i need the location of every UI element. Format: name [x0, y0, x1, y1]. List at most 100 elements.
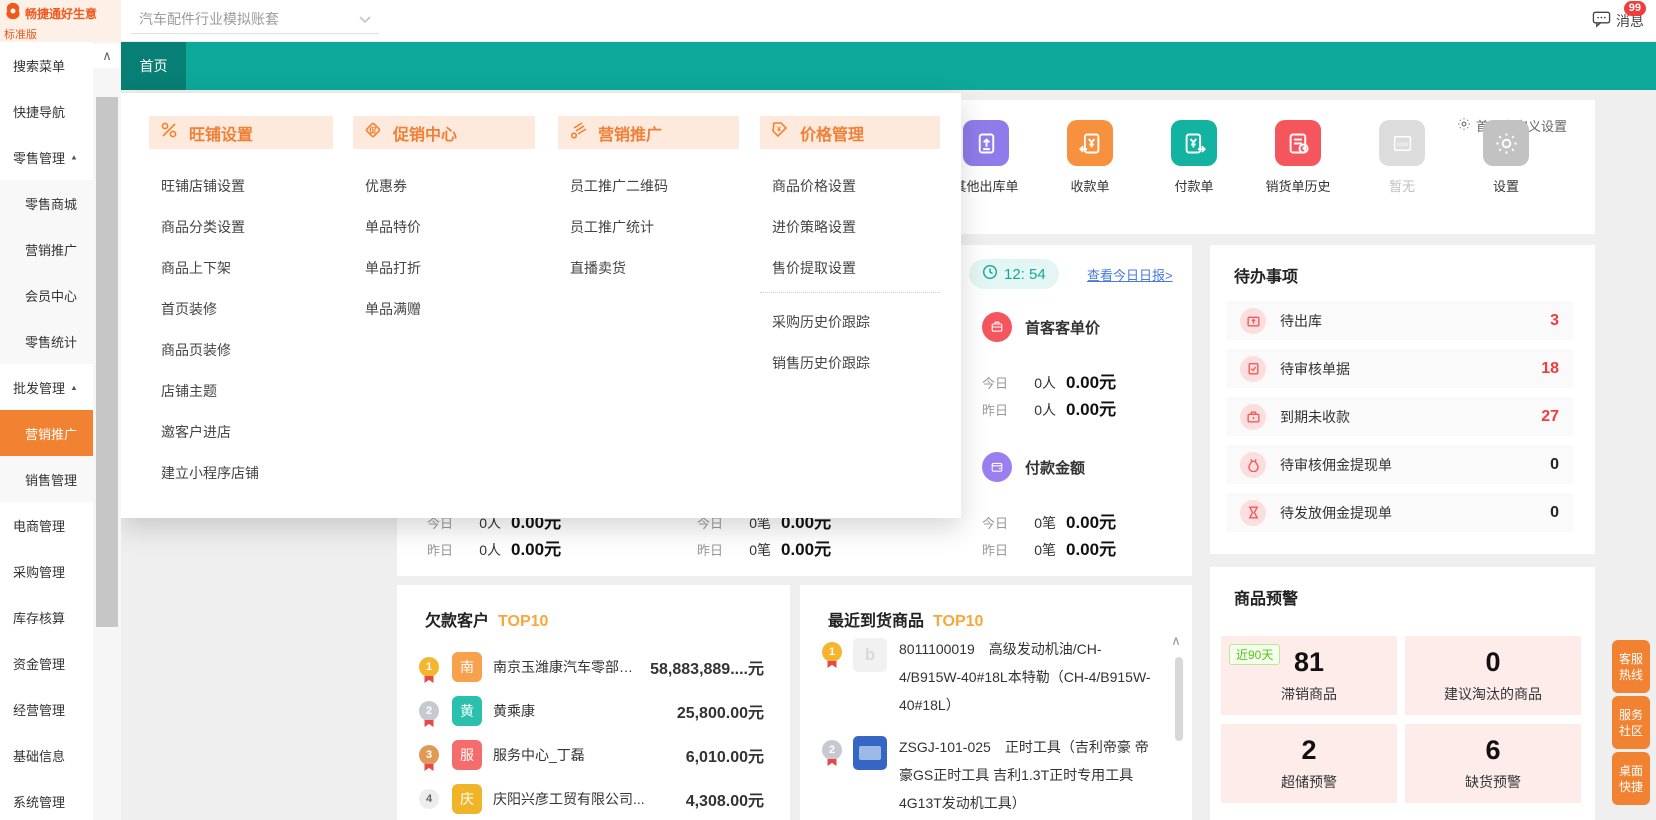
stat-period-label: 昨日 [982, 543, 1009, 558]
mega-menu-item[interactable]: 首页装修 [149, 288, 333, 329]
debt-customer-row[interactable]: 4 庆庆阳兴彦工贸有限公司... 4,308.00元 [419, 777, 764, 820]
warning-cell[interactable]: 2 超储预警 [1221, 724, 1397, 803]
mega-menu-header[interactable]: 旺铺设置 [149, 116, 333, 149]
debt-customer-row[interactable]: 3 服服务中心_丁磊 6,010.00元 [419, 733, 764, 777]
sidebar-item[interactable]: 快捷导航 [0, 88, 93, 134]
sidebar-item[interactable]: 库存核算 [0, 594, 93, 640]
debt-amount: 25,800.00元 [676, 705, 764, 722]
mega-menu-item[interactable]: 单品特价 [353, 206, 535, 247]
mega-menu-header[interactable]: 促 促销中心 [353, 116, 535, 149]
side-quick-button[interactable]: 服务社区 [1612, 696, 1650, 749]
scroll-up-icon[interactable]: ∧ [93, 44, 121, 68]
sidebar-item-label: 资金管理 [13, 656, 66, 672]
scrollbar-thumb[interactable] [1175, 657, 1183, 741]
mega-menu-item[interactable]: 邀客户进店 [149, 411, 333, 452]
recent-arrivals-card: 最近到货商品 TOP10 1 b 8011100019 高级发动机油/CH-4/B9… [800, 585, 1192, 820]
warning-cell[interactable]: 0 建议淘汰的商品 [1405, 636, 1581, 715]
mega-menu-item[interactable]: 销售历史价跟踪 [760, 342, 940, 383]
mega-menu-item[interactable]: 员工推广二维码 [558, 165, 739, 206]
mega-menu-item[interactable]: 商品分类设置 [149, 206, 333, 247]
sidebar-item[interactable]: 会员中心 [0, 272, 93, 318]
warning-label: 缺货预警 [1465, 774, 1521, 790]
mega-menu-item[interactable]: 员工推广统计 [558, 206, 739, 247]
mega-menu-item[interactable]: 建立小程序店铺 [149, 452, 333, 493]
toolbar-item[interactable]: 收款单 [1038, 120, 1142, 195]
customer-avatar: 南 [452, 652, 482, 682]
mega-menu-item[interactable]: 售价提取设置 [760, 247, 940, 288]
sidebar-item[interactable]: 零售商城 [0, 180, 93, 226]
mega-menu-item[interactable]: 优惠券 [353, 165, 535, 206]
scroll-up-icon[interactable]: ∧ [1168, 633, 1184, 649]
mega-menu-item[interactable]: 商品页装修 [149, 329, 333, 370]
stat-amount-value: 0.00元 [511, 540, 562, 559]
app-root: 畅捷通好生意 标准版 汽车配件行业模拟账套 消息 99 搜索菜单 快捷导航 零售管理… [0, 0, 1656, 820]
messages-button[interactable]: 消息 99 [1592, 1, 1646, 31]
outbound-pending-icon [1240, 307, 1266, 334]
side-quick-button[interactable]: 桌面快捷 [1612, 752, 1650, 805]
mega-menu-item[interactable]: 旺铺店铺设置 [149, 165, 333, 206]
sidebar-item[interactable]: 批发管理 ▲ [0, 364, 93, 410]
sidebar-scrollbar: ∧ [93, 42, 121, 820]
stat-block-header: 首客客单价 [982, 312, 1232, 342]
sidebar-item[interactable]: 经营管理 [0, 686, 93, 732]
toolbar-item[interactable]: icon 暂无 [1350, 120, 1454, 195]
stat-count-value: 0笔 [1034, 515, 1056, 531]
mega-menu-header[interactable]: 营销推广 [558, 116, 739, 149]
toolbar-item[interactable]: 付款单 [1142, 120, 1246, 195]
todo-list: 待出库 3 待审核单据 18 到期未收款 27 待审核佣金提现单 0 待发放佣金提现单 0 [1226, 301, 1573, 541]
sidebar-item[interactable]: 销售管理 [0, 456, 93, 502]
messages-badge: 99 [1623, 1, 1646, 16]
mega-menu-item[interactable]: 直播卖货 [558, 247, 739, 288]
tab-home[interactable]: 首页 [121, 42, 186, 90]
sidebar-item[interactable]: 搜索菜单 [0, 42, 93, 88]
daily-report-link[interactable]: 查看今日日报> [1087, 265, 1173, 284]
stat-amount-value: 0.00元 [1066, 513, 1117, 532]
sidebar-item[interactable]: 基础信息 [0, 732, 93, 778]
warning-label: 超储预警 [1281, 774, 1337, 790]
debt-customer-row[interactable]: 2 黄黄乘康 25,800.00元 [419, 689, 764, 733]
mega-menu-header[interactable]: ¥ 价格管理 [760, 116, 940, 149]
todo-row[interactable]: 到期未收款 27 [1226, 397, 1573, 436]
todo-count: 3 [1550, 311, 1559, 329]
warning-cell[interactable]: 6 缺货预警 [1405, 724, 1581, 803]
stat-period-label: 昨日 [427, 543, 454, 558]
mega-menu-item[interactable]: 采购历史价跟踪 [760, 301, 940, 342]
sidebar-item[interactable]: 零售统计 [0, 318, 93, 364]
mega-menu-item[interactable]: 进价策略设置 [760, 206, 940, 247]
toolbar-item[interactable]: 设置 [1454, 120, 1558, 195]
todo-row[interactable]: 待出库 3 [1226, 301, 1573, 340]
todo-row[interactable]: 待审核佣金提现单 0 [1226, 445, 1573, 484]
clock-badge: 12: 54 [969, 259, 1059, 289]
sidebar-item[interactable]: 营销推广 [0, 410, 93, 456]
mega-menu-item[interactable]: 商品价格设置 [760, 165, 940, 206]
sidebar-item[interactable]: 电商管理 [0, 502, 93, 548]
stat-row: 昨日 0人 0.00元 [982, 395, 1232, 422]
stat-period-label: 今日 [982, 516, 1009, 531]
sidebar-item[interactable]: 营销推广 [0, 226, 93, 272]
message-bubble-icon [1592, 10, 1611, 31]
todo-row[interactable]: 待审核单据 18 [1226, 349, 1573, 388]
arrival-row[interactable]: 1 b 8011100019 高级发动机油/CH-4/B915W-40#18L本特勒… [822, 635, 1156, 719]
mega-menu-item[interactable]: 单品满赠 [353, 288, 535, 329]
scrollbar-thumb[interactable] [96, 97, 118, 627]
sidebar-item[interactable]: 采购管理 [0, 548, 93, 594]
sidebar-item-label: 营销推广 [25, 426, 78, 442]
product-description: ZSGJ-101-025 正时工具（吉利帝豪 帝豪GS正时工具 吉利1.3T正时… [899, 739, 1149, 811]
debt-customer-row[interactable]: 1 南南京玉潍康汽车零部件... 58,883,889....元 [419, 645, 764, 689]
sidebar-item[interactable]: 资金管理 [0, 640, 93, 686]
warning-cell[interactable]: 近90天 81 滞销商品 [1221, 636, 1397, 715]
arrival-row[interactable]: 2 ZSGJ-101-025 正时工具（吉利帝豪 帝豪GS正时工具 吉利1.3T正… [822, 733, 1156, 817]
sidebar-item[interactable]: 零售管理 ▲ [0, 134, 93, 180]
toolbar-item[interactable]: 销货单历史 [1246, 120, 1350, 195]
sidebar-item-label: 零售统计 [25, 334, 78, 350]
settings-icon [1483, 120, 1529, 166]
todo-row[interactable]: 待发放佣金提现单 0 [1226, 493, 1573, 532]
sidebar-item[interactable]: 系统管理 [0, 778, 93, 820]
mega-menu-item[interactable]: 店铺主题 [149, 370, 333, 411]
account-selector[interactable]: 汽车配件行业模拟账套 [131, 4, 379, 34]
side-quick-button[interactable]: 客服热线 [1612, 640, 1650, 693]
mega-menu-item[interactable]: 单品打折 [353, 247, 535, 288]
mega-menu-item[interactable]: 商品上下架 [149, 247, 333, 288]
logo-block: 畅捷通好生意 标准版 [0, 0, 121, 42]
toolbar-item-label: 暂无 [1388, 179, 1415, 194]
